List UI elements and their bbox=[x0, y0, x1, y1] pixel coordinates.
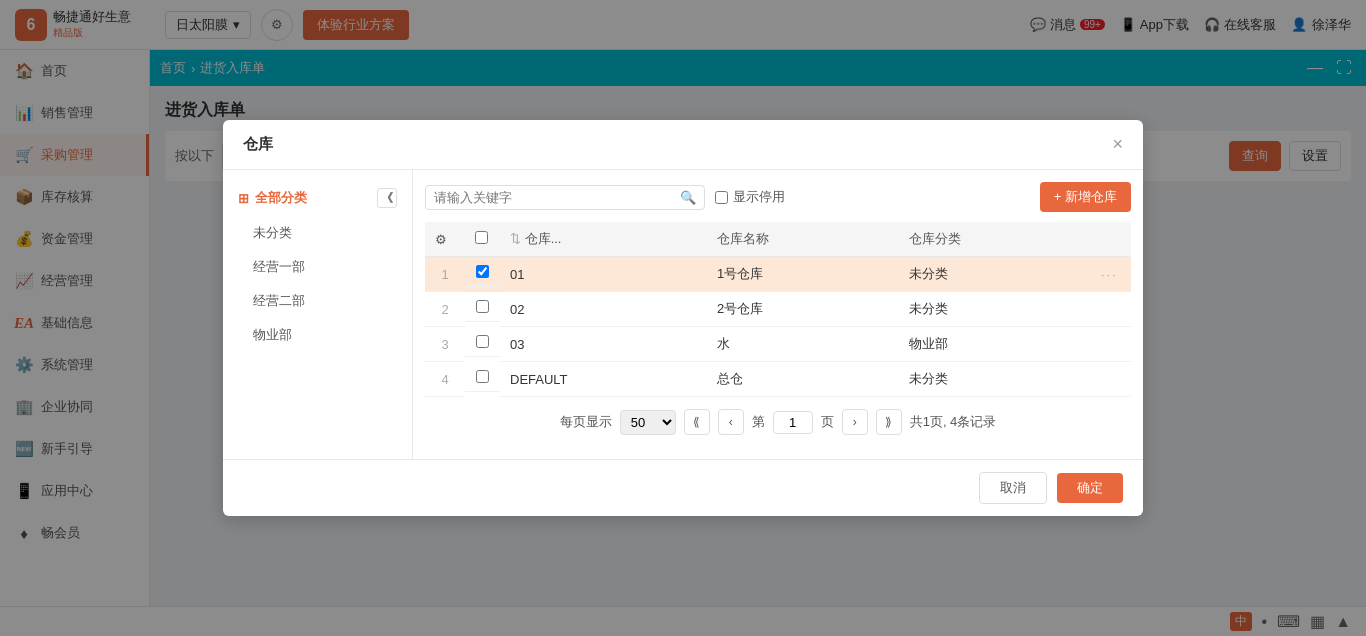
search-input-wrap: 🔍 bbox=[425, 185, 705, 210]
th-category: 仓库分类 bbox=[899, 222, 1091, 257]
page-last-btn[interactable]: ⟫ bbox=[876, 409, 902, 435]
page-first-btn[interactable]: ⟪ bbox=[684, 409, 710, 435]
show-disabled-label[interactable]: 显示停用 bbox=[715, 188, 785, 206]
modal-body: ⊞ 全部分类 《 未分类 经营一部 经营二部 物业部 🔍 bbox=[223, 170, 1143, 459]
cat-item-operation1[interactable]: 经营一部 bbox=[223, 250, 412, 284]
warehouse-table: ⚙ ⇅ 仓库... 仓库名称 bbox=[425, 222, 1131, 397]
table-container: ⚙ ⇅ 仓库... 仓库名称 bbox=[425, 222, 1131, 397]
row-name: 总仓 bbox=[707, 362, 899, 397]
settings-col-icon: ⚙ bbox=[435, 232, 447, 247]
row-code: DEFAULT bbox=[500, 362, 707, 397]
table-row[interactable]: 4 DEFAULT 总仓 未分类 bbox=[425, 362, 1131, 397]
row-checkbox-cell[interactable] bbox=[465, 362, 500, 392]
warehouse-modal: 仓库 × ⊞ 全部分类 《 未分类 经营一部 经营二部 物业部 bbox=[223, 120, 1143, 516]
table-header-row: ⚙ ⇅ 仓库... 仓库名称 bbox=[425, 222, 1131, 257]
grid-icon: ⊞ bbox=[238, 191, 249, 206]
cancel-btn[interactable]: 取消 bbox=[979, 472, 1047, 504]
cat-item-property[interactable]: 物业部 bbox=[223, 318, 412, 352]
modal-overlay: 仓库 × ⊞ 全部分类 《 未分类 经营一部 经营二部 物业部 bbox=[0, 0, 1366, 636]
category-sidebar: ⊞ 全部分类 《 未分类 经营一部 经营二部 物业部 bbox=[223, 170, 413, 459]
row-more-icon[interactable]: ··· bbox=[1101, 267, 1118, 282]
modal-footer: 取消 确定 bbox=[223, 459, 1143, 516]
th-settings: ⚙ bbox=[425, 222, 465, 257]
th-name: 仓库名称 bbox=[707, 222, 899, 257]
cat-item-operation2[interactable]: 经营二部 bbox=[223, 284, 412, 318]
row-actions[interactable] bbox=[1091, 327, 1131, 362]
th-code: ⇅ 仓库... bbox=[500, 222, 707, 257]
modal-header: 仓库 × bbox=[223, 120, 1143, 170]
row-actions[interactable] bbox=[1091, 362, 1131, 397]
row-num: 3 bbox=[425, 327, 465, 362]
th-actions bbox=[1091, 222, 1131, 257]
row-category: 未分类 bbox=[899, 257, 1091, 292]
row-category: 物业部 bbox=[899, 327, 1091, 362]
search-input[interactable] bbox=[434, 190, 680, 205]
per-page-select[interactable]: 50 10 20 100 bbox=[620, 410, 676, 435]
row-name: 1号仓库 bbox=[707, 257, 899, 292]
modal-close-btn[interactable]: × bbox=[1112, 134, 1123, 155]
row-name: 2号仓库 bbox=[707, 292, 899, 327]
table-row[interactable]: 2 02 2号仓库 未分类 bbox=[425, 292, 1131, 327]
modal-title: 仓库 bbox=[243, 135, 273, 154]
search-icon: 🔍 bbox=[680, 190, 696, 205]
page-next-btn[interactable]: › bbox=[842, 409, 868, 435]
all-categories-header[interactable]: ⊞ 全部分类 《 bbox=[223, 180, 412, 216]
category-collapse-btn[interactable]: 《 bbox=[377, 188, 397, 208]
select-all-checkbox[interactable] bbox=[475, 231, 488, 244]
row-num: 4 bbox=[425, 362, 465, 397]
sort-up-icon: ⇅ bbox=[510, 231, 521, 246]
row-category: 未分类 bbox=[899, 362, 1091, 397]
row-actions[interactable] bbox=[1091, 292, 1131, 327]
row-checkbox-cell[interactable] bbox=[465, 257, 500, 287]
confirm-btn[interactable]: 确定 bbox=[1057, 473, 1123, 503]
row-num: 1 bbox=[425, 257, 465, 292]
add-warehouse-btn[interactable]: + 新增仓库 bbox=[1040, 182, 1131, 212]
row-code: 02 bbox=[500, 292, 707, 327]
page-number-input[interactable] bbox=[773, 411, 813, 434]
row-checkbox-cell[interactable] bbox=[465, 292, 500, 322]
cat-item-unclassified[interactable]: 未分类 bbox=[223, 216, 412, 250]
modal-search-bar: 🔍 显示停用 + 新增仓库 bbox=[425, 182, 1131, 212]
modal-right-content: 🔍 显示停用 + 新增仓库 ⚙ bbox=[413, 170, 1143, 459]
table-row[interactable]: 1 01 1号仓库 未分类 ··· bbox=[425, 257, 1131, 292]
pagination: 每页显示 50 10 20 100 ⟪ ‹ 第 页 › ⟫ 共1页, 4条记录 bbox=[425, 397, 1131, 447]
row-code: 01 bbox=[500, 257, 707, 292]
row-code: 03 bbox=[500, 327, 707, 362]
row-actions[interactable]: ··· bbox=[1091, 257, 1131, 292]
th-checkbox bbox=[465, 222, 500, 257]
page-prev-btn[interactable]: ‹ bbox=[718, 409, 744, 435]
show-disabled-checkbox[interactable] bbox=[715, 191, 728, 204]
row-num: 2 bbox=[425, 292, 465, 327]
row-name: 水 bbox=[707, 327, 899, 362]
row-checkbox-cell[interactable] bbox=[465, 327, 500, 357]
table-row[interactable]: 3 03 水 物业部 bbox=[425, 327, 1131, 362]
row-category: 未分类 bbox=[899, 292, 1091, 327]
